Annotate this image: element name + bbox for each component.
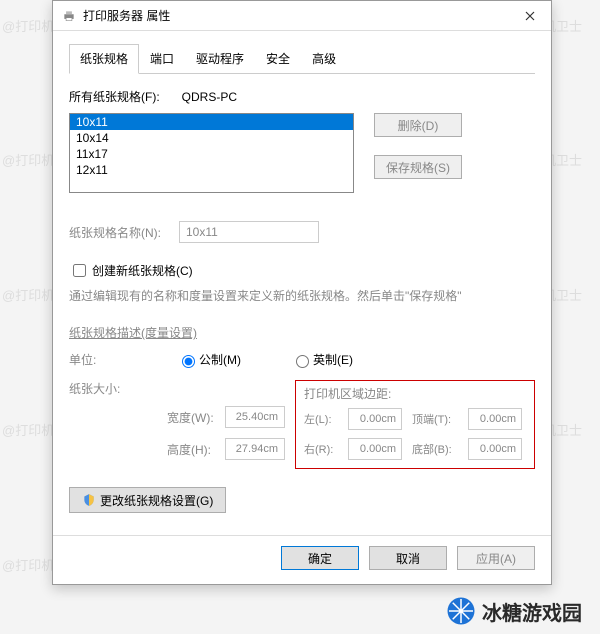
margin-left-input[interactable]: [348, 408, 402, 430]
margin-right-input[interactable]: [348, 438, 402, 460]
logo-text: 冰糖游戏园: [482, 597, 582, 626]
radio-english-input[interactable]: [296, 355, 309, 368]
create-new-checkbox[interactable]: [73, 264, 86, 277]
width-label: 宽度(W):: [167, 409, 225, 426]
tab-ports[interactable]: 端口: [139, 44, 185, 74]
margins-title: 打印机区域边距:: [304, 385, 526, 402]
form-name-label: 纸张规格名称(N):: [69, 224, 179, 241]
margin-bottom-label: 底部(B):: [412, 441, 462, 457]
delete-button[interactable]: 删除(D): [374, 113, 462, 137]
description-text: 通过编辑现有的名称和度量设置来定义新的纸张规格。然后单击"保存规格": [69, 286, 535, 306]
tab-area: 纸张规格 端口 驱动程序 安全 高级: [53, 31, 551, 80]
list-item[interactable]: 12x11: [70, 162, 353, 178]
window-title: 打印服务器 属性: [83, 7, 509, 24]
tab-content: 所有纸张规格(F): QDRS-PC 10x11 10x14 11x17 12x…: [53, 80, 551, 535]
ok-button[interactable]: 确定: [281, 546, 359, 570]
server-name: QDRS-PC: [182, 90, 237, 104]
tab-security[interactable]: 安全: [255, 44, 301, 74]
tab-advanced[interactable]: 高级: [301, 44, 347, 74]
titlebar: 打印服务器 属性: [53, 1, 551, 31]
apply-button[interactable]: 应用(A): [457, 546, 535, 570]
site-logo: 冰糖游戏园: [446, 596, 582, 626]
margin-right-label: 右(R):: [304, 441, 342, 457]
all-forms-label: 所有纸张规格(F):: [69, 88, 160, 105]
margin-left-label: 左(L):: [304, 411, 342, 427]
cancel-button[interactable]: 取消: [369, 546, 447, 570]
print-server-properties-dialog: 打印服务器 属性 纸张规格 端口 驱动程序 安全 高级 所有纸张规格(F): Q…: [52, 0, 552, 585]
margin-top-input[interactable]: [468, 408, 522, 430]
create-new-label: 创建新纸张规格(C): [92, 262, 193, 279]
units-label: 单位:: [69, 351, 177, 368]
form-name-input[interactable]: [179, 221, 319, 243]
height-label: 高度(H):: [167, 441, 225, 458]
dialog-footer: 确定 取消 应用(A): [53, 535, 551, 584]
printer-margins-box: 打印机区域边距: 左(L): 顶端(T): 右(R): 底部(B):: [295, 380, 535, 469]
radio-metric[interactable]: 公制(M): [177, 351, 241, 368]
list-item[interactable]: 10x11: [70, 114, 353, 130]
snowflake-icon: [446, 596, 476, 626]
section-title: 纸张规格描述(度量设置): [69, 324, 535, 341]
radio-metric-input[interactable]: [182, 355, 195, 368]
close-button[interactable]: [509, 2, 551, 30]
save-form-button[interactable]: 保存规格(S): [374, 155, 462, 179]
paper-size-label: 纸张大小:: [69, 380, 167, 469]
list-item[interactable]: 10x14: [70, 130, 353, 146]
tabs: 纸张规格 端口 驱动程序 安全 高级: [69, 43, 535, 74]
height-input[interactable]: [225, 438, 285, 460]
margin-top-label: 顶端(T):: [412, 411, 462, 427]
radio-english[interactable]: 英制(E): [291, 351, 353, 368]
margin-bottom-input[interactable]: [468, 438, 522, 460]
close-icon: [525, 11, 535, 21]
tab-drivers[interactable]: 驱动程序: [185, 44, 255, 74]
change-form-settings-button[interactable]: 更改纸张规格设置(G): [69, 487, 226, 513]
list-item[interactable]: 11x17: [70, 146, 353, 162]
tab-forms[interactable]: 纸张规格: [69, 44, 139, 74]
forms-listbox[interactable]: 10x11 10x14 11x17 12x11: [69, 113, 354, 193]
shield-icon: [82, 493, 96, 507]
width-input[interactable]: [225, 406, 285, 428]
printer-icon: [61, 9, 77, 23]
